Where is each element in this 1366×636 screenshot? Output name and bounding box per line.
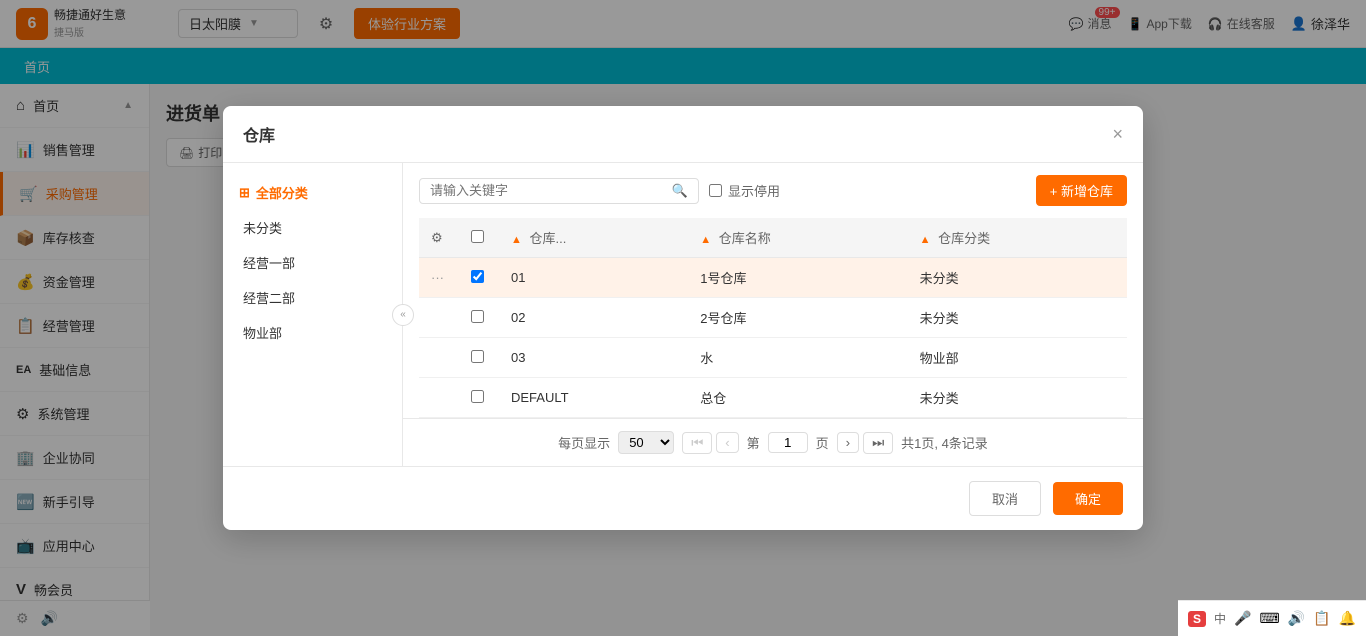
row-code: 03	[499, 338, 688, 378]
table-header-row: ⚙ ▲ 仓库... ▲ 仓库名称	[419, 218, 1127, 258]
row-code: 02	[499, 298, 688, 338]
warehouse-modal: 仓库 × ⊞ 全部分类 未分类 经营一部 经营二部 物业部 «	[223, 106, 1143, 530]
task-icon[interactable]: 📋	[1313, 610, 1330, 627]
brand-text: 中	[1214, 610, 1226, 627]
page-number-input[interactable]	[768, 432, 808, 453]
row-category: 未分类	[908, 258, 1127, 298]
row-actions	[419, 298, 459, 338]
collapse-panel-button[interactable]: «	[392, 304, 414, 326]
row-checkbox[interactable]	[471, 350, 484, 363]
category-dept1[interactable]: 经营一部	[223, 245, 402, 280]
row-category: 未分类	[908, 298, 1127, 338]
notification-icon[interactable]: 🔔	[1339, 610, 1356, 627]
sort-icon: ▲	[511, 234, 522, 246]
sort-icon2: ▲	[700, 234, 711, 246]
mic-icon[interactable]: 🎤	[1234, 610, 1251, 627]
prev-page-button[interactable]: ‹	[716, 432, 738, 453]
search-box: 🔍	[419, 178, 699, 204]
row-name: 2号仓库	[688, 298, 907, 338]
keyboard-icon[interactable]: ⌨	[1259, 610, 1279, 627]
modal-body: ⊞ 全部分类 未分类 经营一部 经营二部 物业部 « 🔍	[223, 163, 1143, 466]
table-row[interactable]: 02 2号仓库 未分类	[419, 298, 1127, 338]
modal-header: 仓库 ×	[223, 106, 1143, 163]
table-container: ⚙ ▲ 仓库... ▲ 仓库名称	[403, 218, 1143, 418]
page-navigation-next: › ⏭	[837, 432, 893, 454]
row-checkbox[interactable]	[471, 390, 484, 403]
row-checkbox-cell	[459, 338, 499, 378]
confirm-button[interactable]: 确定	[1053, 482, 1123, 515]
table-row[interactable]: 03 水 物业部	[419, 338, 1127, 378]
col-checkbox	[459, 218, 499, 258]
all-category-item[interactable]: ⊞ 全部分类	[223, 175, 402, 210]
page-navigation: ⏮ ‹	[682, 432, 738, 454]
table-toolbar: 🔍 显示停用 + 新增仓库	[403, 163, 1143, 218]
row-code: 01	[499, 258, 688, 298]
last-page-button[interactable]: ⏭	[863, 432, 893, 454]
speaker-icon[interactable]: 🔊	[1288, 610, 1305, 627]
show-disabled-checkbox[interactable]	[709, 184, 722, 197]
search-icon[interactable]: 🔍	[672, 183, 688, 199]
row-actions	[419, 378, 459, 418]
table-row[interactable]: DEFAULT 总仓 未分类	[419, 378, 1127, 418]
row-checkbox-cell	[459, 378, 499, 418]
modal-title: 仓库	[243, 122, 275, 146]
first-page-button[interactable]: ⏮	[682, 432, 712, 454]
row-actions: ···	[419, 258, 459, 298]
search-input[interactable]	[430, 183, 672, 198]
row-checkbox[interactable]	[471, 310, 484, 323]
category-panel: ⊞ 全部分类 未分类 经营一部 经营二部 物业部 «	[223, 163, 403, 466]
page-text: 第	[747, 433, 760, 452]
row-checkbox-cell	[459, 258, 499, 298]
category-unclassified[interactable]: 未分类	[223, 210, 402, 245]
col-gear: ⚙	[419, 218, 459, 258]
modal-close-button[interactable]: ×	[1112, 124, 1123, 145]
row-name: 1号仓库	[688, 258, 907, 298]
row-actions	[419, 338, 459, 378]
grid-icon: ⊞	[239, 185, 250, 201]
row-checkbox[interactable]	[471, 270, 484, 283]
modal-overlay: 仓库 × ⊞ 全部分类 未分类 经营一部 经营二部 物业部 «	[0, 0, 1366, 636]
col-code: ▲ 仓库...	[499, 218, 688, 258]
page-input-area	[768, 432, 808, 453]
table-panel: 🔍 显示停用 + 新增仓库 ⚙	[403, 163, 1143, 466]
pagination: 每页显示 10 20 50 100 ⏮ ‹ 第	[403, 418, 1143, 466]
per-page-select: 10 20 50 100	[618, 431, 674, 454]
row-name: 总仓	[688, 378, 907, 418]
row-category: 未分类	[908, 378, 1127, 418]
row-category: 物业部	[908, 338, 1127, 378]
cancel-button[interactable]: 取消	[969, 481, 1041, 516]
brand-bar: S 中 🎤 ⌨ 🔊 📋 🔔	[1178, 600, 1366, 636]
row-checkbox-cell	[459, 298, 499, 338]
col-category: ▲ 仓库分类	[908, 218, 1127, 258]
per-page-dropdown[interactable]: 10 20 50 100	[618, 431, 674, 454]
warehouse-table: ⚙ ▲ 仓库... ▲ 仓库名称	[419, 218, 1127, 418]
sort-icon3: ▲	[920, 234, 931, 246]
next-page-button[interactable]: ›	[837, 432, 859, 453]
select-all-checkbox[interactable]	[471, 230, 484, 243]
category-property[interactable]: 物业部	[223, 315, 402, 350]
modal-footer: 取消 确定	[223, 466, 1143, 530]
show-disabled-label: 显示停用	[709, 181, 780, 200]
row-code: DEFAULT	[499, 378, 688, 418]
row-name: 水	[688, 338, 907, 378]
table-row[interactable]: ··· 01 1号仓库 未分类	[419, 258, 1127, 298]
category-dept2[interactable]: 经营二部	[223, 280, 402, 315]
add-warehouse-button[interactable]: + 新增仓库	[1036, 175, 1127, 206]
col-name: ▲ 仓库名称	[688, 218, 907, 258]
brand-logo: S	[1188, 611, 1206, 627]
